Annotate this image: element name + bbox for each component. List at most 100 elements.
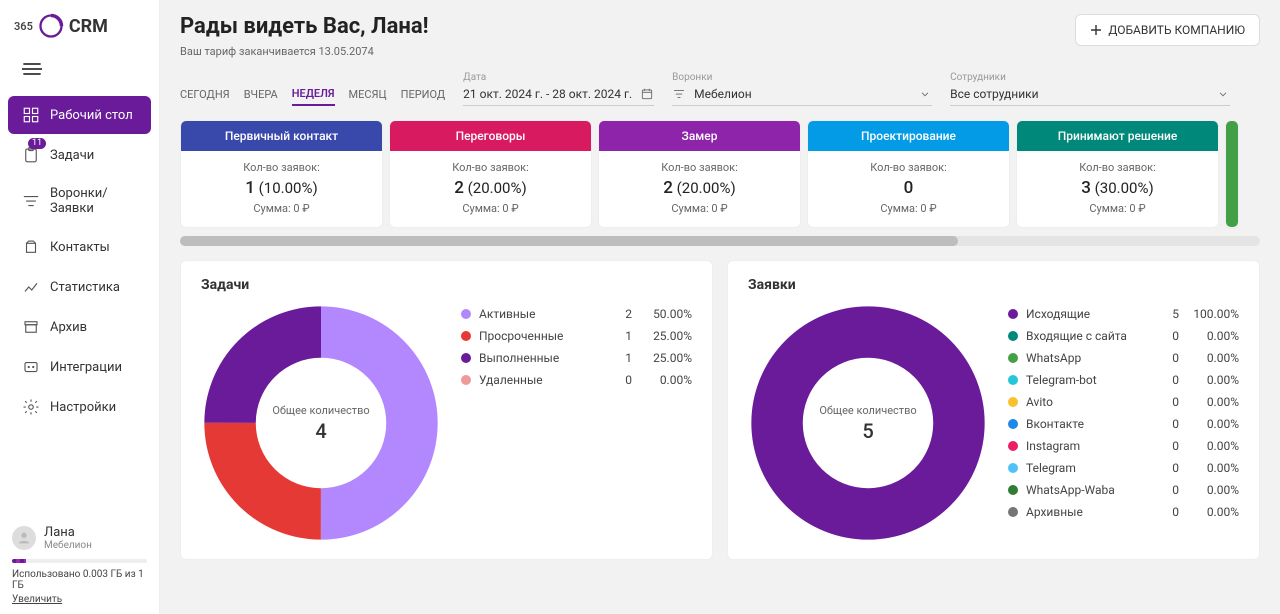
- legend-row[interactable]: Telegram-bot 0 0.00%: [1008, 369, 1239, 391]
- add-company-label: ДОБАВИТЬ КОМПАНИЮ: [1108, 23, 1245, 37]
- legend-dot-icon: [1008, 507, 1018, 517]
- pipeline-count-label: Кол-во заявок:: [1021, 161, 1214, 174]
- pipeline-card[interactable]: Принимают решение Кол-во заявок: 3 (30.0…: [1016, 120, 1219, 228]
- legend-dot-icon: [1008, 353, 1018, 363]
- stats-icon: [22, 278, 40, 296]
- pipeline-card-body: Кол-во заявок: 3 (30.00%) Сумма: 0 ₽: [1017, 151, 1218, 227]
- legend-row[interactable]: Telegram 0 0.00%: [1008, 457, 1239, 479]
- pipeline-sum: Сумма: 0 ₽: [185, 202, 378, 215]
- dashboard-icon: [22, 106, 40, 124]
- tab-yesterday[interactable]: ВЧЕРА: [244, 88, 278, 105]
- legend-row[interactable]: Входящие с сайта 0 0.00%: [1008, 325, 1239, 347]
- funnel-field[interactable]: Воронки Мебелион: [672, 72, 932, 106]
- pipeline-count-value: 3 (30.00%): [1021, 178, 1214, 198]
- nav-item-integrations[interactable]: Интеграции: [8, 348, 151, 386]
- filters: СЕГОДНЯ ВЧЕРА НЕДЕЛЯ МЕСЯЦ ПЕРИОД Дата 2…: [180, 72, 1260, 106]
- legend-count: 1: [606, 351, 632, 365]
- pipeline-count-value: 2 (20.00%): [603, 178, 796, 198]
- tab-today[interactable]: СЕГОДНЯ: [180, 88, 230, 105]
- pipeline-card-head: Проектирование: [808, 121, 1009, 151]
- legend-row[interactable]: Вконтакте 0 0.00%: [1008, 413, 1239, 435]
- legend-dot-icon: [1008, 441, 1018, 451]
- staff-field[interactable]: Сотрудники Все сотрудники: [950, 72, 1230, 106]
- hamburger-icon[interactable]: [0, 52, 159, 94]
- user-name: Лана: [44, 525, 92, 540]
- add-company-button[interactable]: ДОБАВИТЬ КОМПАНИЮ: [1075, 14, 1260, 46]
- tab-month[interactable]: МЕСЯЦ: [349, 88, 387, 105]
- logo[interactable]: 365 CRM: [0, 0, 159, 52]
- nav-item-tasks[interactable]: 11 Задачи: [8, 136, 151, 174]
- pipeline-card[interactable]: Переговоры Кол-во заявок: 2 (20.00%) Сум…: [389, 120, 592, 228]
- legend-count: 0: [1153, 351, 1179, 365]
- logo-icon: [37, 12, 65, 40]
- nav-item-funnels[interactable]: Воронки/Заявки: [8, 176, 151, 226]
- tab-period[interactable]: ПЕРИОД: [401, 88, 446, 105]
- legend-row[interactable]: Instagram 0 0.00%: [1008, 435, 1239, 457]
- nav-item-archive[interactable]: Архив: [8, 308, 151, 346]
- legend-name: Входящие с сайта: [1026, 329, 1145, 343]
- nav-item-dashboard[interactable]: Рабочий стол: [8, 96, 151, 134]
- legend-count: 0: [1153, 417, 1179, 431]
- pipeline-count-label: Кол-во заявок:: [185, 161, 378, 174]
- leads-donut: Общее количество 5: [748, 303, 988, 543]
- tasks-legend: Активные 2 50.00% Просроченные 1 25.00% …: [461, 303, 692, 391]
- legend-count: 0: [1153, 505, 1179, 519]
- tab-week[interactable]: НЕДЕЛЯ: [292, 87, 335, 106]
- legend-row[interactable]: Avito 0 0.00%: [1008, 391, 1239, 413]
- pipeline-sum: Сумма: 0 ₽: [812, 202, 1005, 215]
- pipeline-scrollbar[interactable]: [180, 236, 1260, 246]
- pipeline-sum: Сумма: 0 ₽: [1021, 202, 1214, 215]
- nav-label: Задачи: [50, 148, 94, 163]
- legend-row[interactable]: Выполненные 1 25.00%: [461, 347, 692, 369]
- leads-panel: Заявки Общее количество 5 Исходящие 5 10…: [727, 260, 1260, 560]
- storage-bar: [12, 559, 147, 563]
- legend-count: 0: [1153, 461, 1179, 475]
- archive-icon: [22, 318, 40, 336]
- staff-label: Сотрудники: [950, 72, 1230, 83]
- pipeline-card[interactable]: Первичный контакт Кол-во заявок: 1 (10.0…: [180, 120, 383, 228]
- date-value: 21 окт. 2024 г. - 28 окт. 2024 г.: [463, 87, 632, 101]
- legend-count: 2: [606, 307, 632, 321]
- legend-pct: 0.00%: [1187, 417, 1239, 431]
- date-label: Дата: [463, 72, 654, 83]
- calendar-icon: [640, 87, 654, 101]
- pipeline-card-body: Кол-во заявок: 2 (20.00%) Сумма: 0 ₽: [599, 151, 800, 227]
- nav-label: Статистика: [50, 280, 120, 295]
- legend-name: Instagram: [1026, 439, 1145, 453]
- legend-row[interactable]: WhatsApp 0 0.00%: [1008, 347, 1239, 369]
- user-row[interactable]: Лана Мебелион: [12, 525, 147, 551]
- legend-dot-icon: [461, 375, 471, 385]
- nav-item-stats[interactable]: Статистика: [8, 268, 151, 306]
- legend-row[interactable]: Архивные 0 0.00%: [1008, 501, 1239, 523]
- pipeline-card[interactable]: Проектирование Кол-во заявок: 0 Сумма: 0…: [807, 120, 1010, 228]
- nav-label: Рабочий стол: [50, 108, 133, 123]
- pipeline-card-peek[interactable]: [1225, 120, 1239, 228]
- legend-row[interactable]: Исходящие 5 100.00%: [1008, 303, 1239, 325]
- legend-pct: 0.00%: [1187, 439, 1239, 453]
- funnel-label: Воронки: [672, 72, 932, 83]
- legend-count: 0: [1153, 483, 1179, 497]
- nav-label: Воронки/Заявки: [50, 186, 137, 216]
- legend-pct: 0.00%: [1187, 483, 1239, 497]
- pipeline-sum: Сумма: 0 ₽: [603, 202, 796, 215]
- legend-dot-icon: [1008, 375, 1018, 385]
- sidebar: 365 CRM Рабочий стол 11 Задачи Воронки/З…: [0, 0, 160, 614]
- legend-row[interactable]: Просроченные 1 25.00%: [461, 325, 692, 347]
- storage-upgrade-link[interactable]: Увеличить: [12, 594, 62, 605]
- main: Рады видеть Вас, Лана! Ваш тариф заканчи…: [160, 0, 1280, 614]
- pipeline-count-value: 1 (10.00%): [185, 178, 378, 198]
- legend-count: 1: [606, 329, 632, 343]
- legend-row[interactable]: WhatsApp-Waba 0 0.00%: [1008, 479, 1239, 501]
- pipeline-card-head: Замер: [599, 121, 800, 151]
- pipeline-card[interactable]: Замер Кол-во заявок: 2 (20.00%) Сумма: 0…: [598, 120, 801, 228]
- nav-label: Интеграции: [50, 360, 122, 375]
- legend-row[interactable]: Удаленные 0 0.00%: [461, 369, 692, 391]
- pipeline-count-value: 0: [812, 178, 1005, 198]
- legend-name: Просроченные: [479, 329, 598, 343]
- date-field[interactable]: Дата 21 окт. 2024 г. - 28 окт. 2024 г.: [463, 72, 654, 106]
- nav-item-contacts[interactable]: Контакты: [8, 228, 151, 266]
- nav-item-settings[interactable]: Настройки: [8, 388, 151, 426]
- legend-pct: 0.00%: [1187, 461, 1239, 475]
- legend-dot-icon: [1008, 331, 1018, 341]
- legend-row[interactable]: Активные 2 50.00%: [461, 303, 692, 325]
